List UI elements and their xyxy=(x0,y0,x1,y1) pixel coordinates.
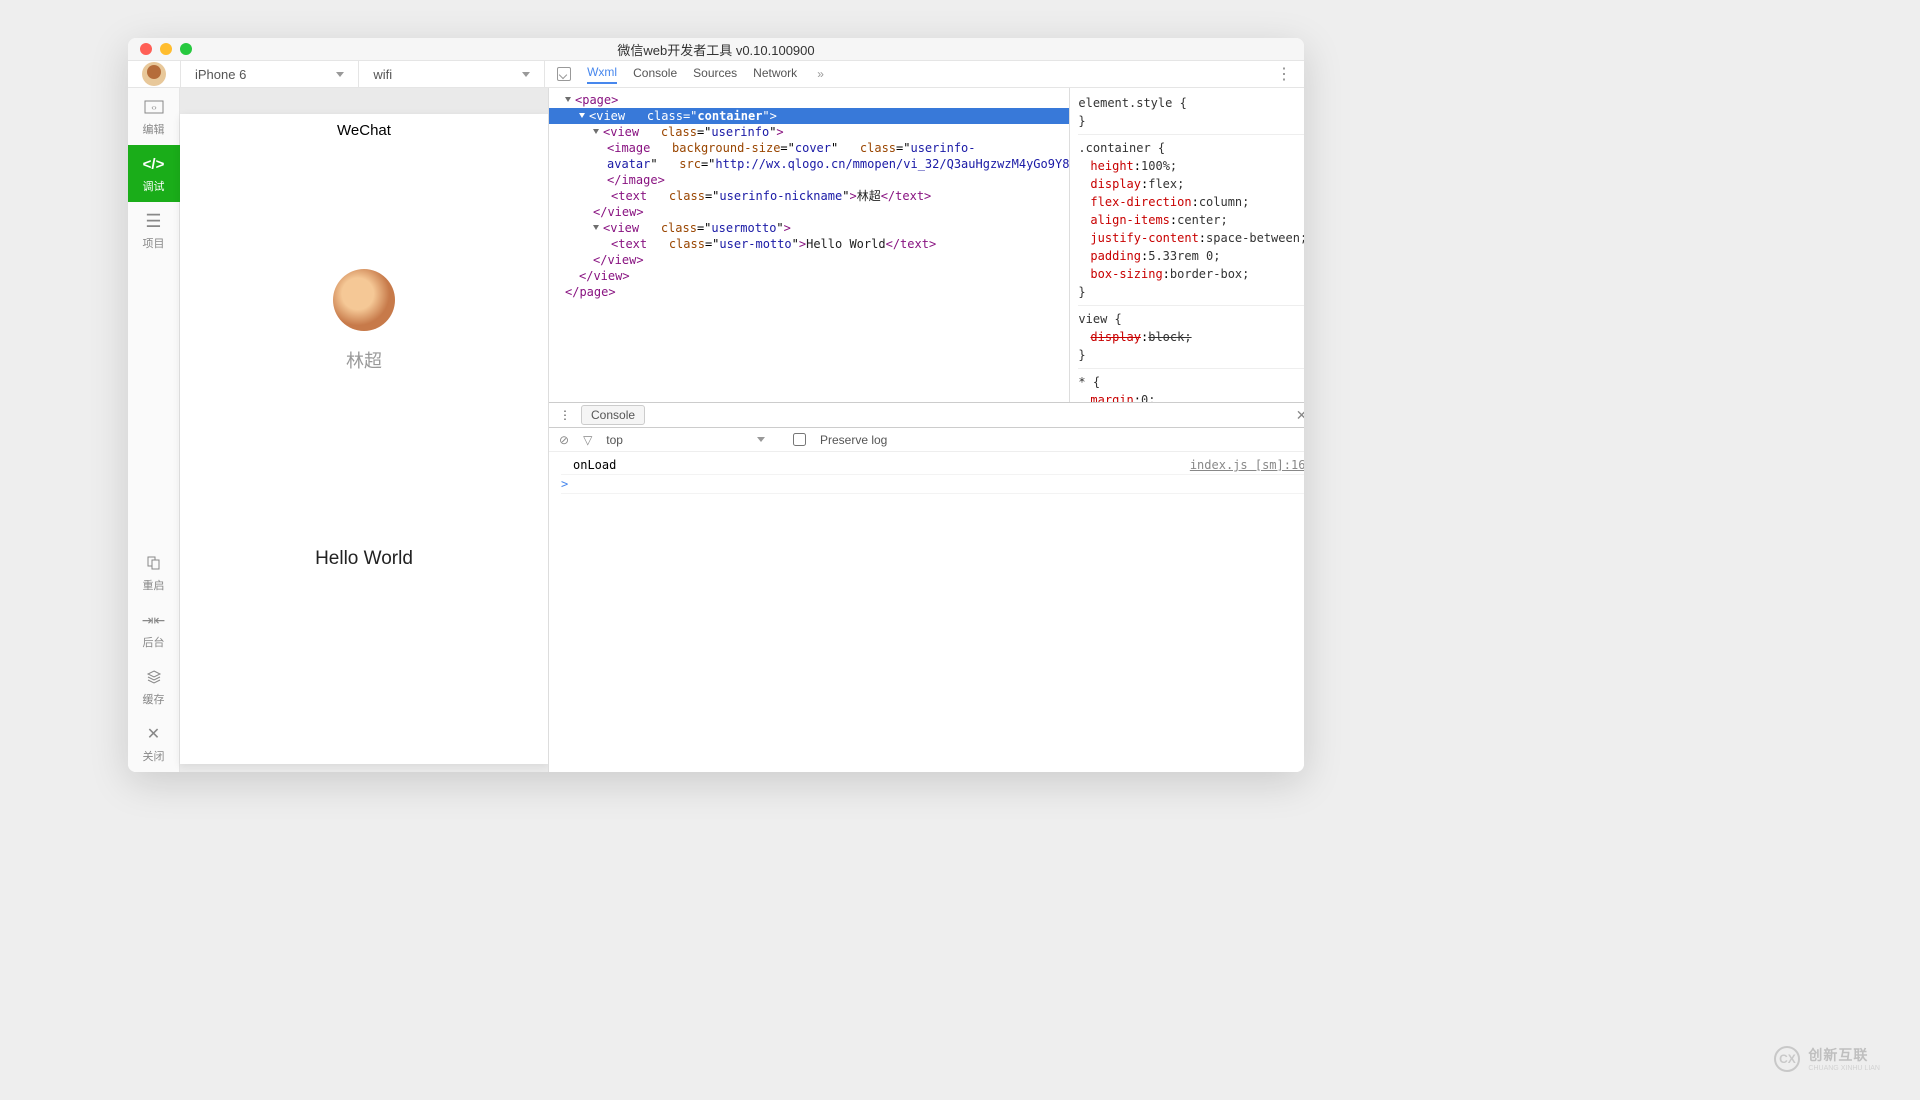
style-view-sel: view { xyxy=(1078,310,1304,328)
devtools-menu-icon[interactable]: ⋮ xyxy=(1276,64,1292,84)
chevron-down-icon xyxy=(336,72,344,77)
sidebar-item-label: 重启 xyxy=(143,577,165,593)
context-select[interactable]: top xyxy=(606,433,623,447)
wxml-tree[interactable]: <page> <view class="container"> <view cl… xyxy=(549,88,1069,402)
console-tab[interactable]: Console xyxy=(581,405,645,425)
debug-icon: </> xyxy=(144,155,164,173)
wxml-nickname: 林超 xyxy=(857,189,881,203)
network-select-label: wifi xyxy=(373,67,392,82)
devtools-tabs: Wxml Console Sources Network » ⋮ xyxy=(544,61,1304,87)
window-title: 微信web开发者工具 v0.10.100900 xyxy=(617,40,814,59)
device-select[interactable]: iPhone 6 xyxy=(180,61,358,87)
svg-text:‹›: ‹› xyxy=(151,103,157,112)
tab-network[interactable]: Network xyxy=(753,66,797,83)
sidebar-item-restart[interactable]: 重启 xyxy=(128,544,180,601)
sidebar-item-label: 后台 xyxy=(143,634,165,650)
style-star-sel: * { xyxy=(1078,373,1304,391)
watermark: CX 创新互联 CHUANG XINHU LIAN xyxy=(1774,1045,1880,1072)
sidebar-item-label: 项目 xyxy=(143,235,165,251)
watermark-subtext: CHUANG XINHU LIAN xyxy=(1808,1065,1880,1072)
sidebar-item-background[interactable]: ⇥⇤ 后台 xyxy=(128,601,180,658)
preserve-log-label: Preserve log xyxy=(820,433,887,447)
tab-wxml[interactable]: Wxml xyxy=(587,65,617,84)
sidebar-item-close[interactable]: ✕ 关闭 xyxy=(128,715,180,772)
background-icon: ⇥⇤ xyxy=(144,611,164,629)
tab-console[interactable]: Console xyxy=(633,66,677,83)
style-container-sel: .container { xyxy=(1078,139,1304,157)
menu-icon: ☰ xyxy=(144,212,164,230)
restart-icon xyxy=(144,554,164,572)
sidebar-item-label: 编辑 xyxy=(143,121,165,137)
style-element: element.style { xyxy=(1078,94,1304,112)
close-drawer-icon[interactable]: ✕ xyxy=(1296,407,1304,424)
code-icon: ‹› xyxy=(144,98,164,116)
motto-text: Hello World xyxy=(315,548,413,570)
close-icon: ✕ xyxy=(144,725,164,743)
sidebar-item-debug[interactable]: </> 调试 xyxy=(128,145,180,202)
console-body[interactable]: onLoad index.js [sm]:16 > xyxy=(549,452,1304,772)
sidebar-item-label: 调试 xyxy=(143,178,165,194)
sidebar-item-label: 缓存 xyxy=(143,691,165,707)
phone-screen[interactable]: WeChat 林超 Hello World xyxy=(180,114,548,764)
maximize-window-button[interactable] xyxy=(180,43,192,55)
preserve-log-checkbox[interactable] xyxy=(793,433,806,446)
network-select[interactable]: wifi xyxy=(358,61,544,87)
chevron-down-icon xyxy=(522,72,530,77)
tab-sources[interactable]: Sources xyxy=(693,66,737,83)
console-filter: ⊘ ▽ top Preserve log xyxy=(549,428,1304,452)
sidebar: ‹› 编辑 </> 调试 ☰ 项目 重启 ⇥⇤ 后台 缓存 xyxy=(128,88,180,772)
username-text: 林超 xyxy=(346,347,382,373)
sidebar-item-label: 关闭 xyxy=(143,748,165,764)
app-title: WeChat xyxy=(337,122,391,139)
minimize-window-button[interactable] xyxy=(160,43,172,55)
close-window-button[interactable] xyxy=(140,43,152,55)
main: ‹› 编辑 </> 调试 ☰ 项目 重启 ⇥⇤ 后台 缓存 xyxy=(128,88,1304,772)
console-header: ⋮ Console ✕ xyxy=(549,402,1304,428)
app-window: 微信web开发者工具 v0.10.100900 iPhone 6 wifi Wx… xyxy=(128,38,1304,772)
console-message: onLoad xyxy=(561,456,616,474)
chevron-down-icon xyxy=(757,437,765,442)
styles-pane[interactable]: element.style { } .container { height:10… xyxy=(1069,88,1304,402)
toolbar: iPhone 6 wifi Wxml Console Sources Netwo… xyxy=(128,60,1304,88)
filter-icon[interactable]: ▽ xyxy=(583,433,592,447)
watermark-text: 创新互联 xyxy=(1808,1047,1868,1063)
console-source-link[interactable]: index.js [sm]:16 xyxy=(1190,456,1304,474)
wxml-motto: Hello World xyxy=(806,237,885,251)
devtools-top: <page> <view class="container"> <view cl… xyxy=(549,88,1304,402)
sidebar-item-project[interactable]: ☰ 项目 xyxy=(128,202,180,259)
console-menu-icon[interactable]: ⋮ xyxy=(559,408,571,422)
clear-console-icon[interactable]: ⊘ xyxy=(559,433,569,447)
device-select-label: iPhone 6 xyxy=(195,67,246,82)
avatar-src: http://wx.qlogo.cn/mmopen/vi_32/Q3auHgzw… xyxy=(715,157,1069,171)
more-tabs-icon[interactable]: » xyxy=(817,67,824,81)
simulator: WeChat 林超 Hello World xyxy=(180,88,548,772)
titlebar: 微信web开发者工具 v0.10.100900 xyxy=(128,38,1304,60)
sidebar-item-cache[interactable]: 缓存 xyxy=(128,658,180,715)
devtools-panel: <page> <view class="container"> <view cl… xyxy=(548,88,1304,772)
traffic-lights xyxy=(140,43,192,55)
user-avatar-large xyxy=(333,269,395,331)
sidebar-item-edit[interactable]: ‹› 编辑 xyxy=(128,88,180,145)
user-avatar[interactable] xyxy=(128,61,180,87)
inspect-icon[interactable] xyxy=(557,67,571,81)
console-drawer: ⋮ Console ✕ ⊘ ▽ top Preserve log onLoad … xyxy=(549,402,1304,772)
console-prompt[interactable]: > xyxy=(561,475,568,493)
watermark-logo: CX xyxy=(1774,1046,1800,1072)
layers-icon xyxy=(144,668,164,686)
